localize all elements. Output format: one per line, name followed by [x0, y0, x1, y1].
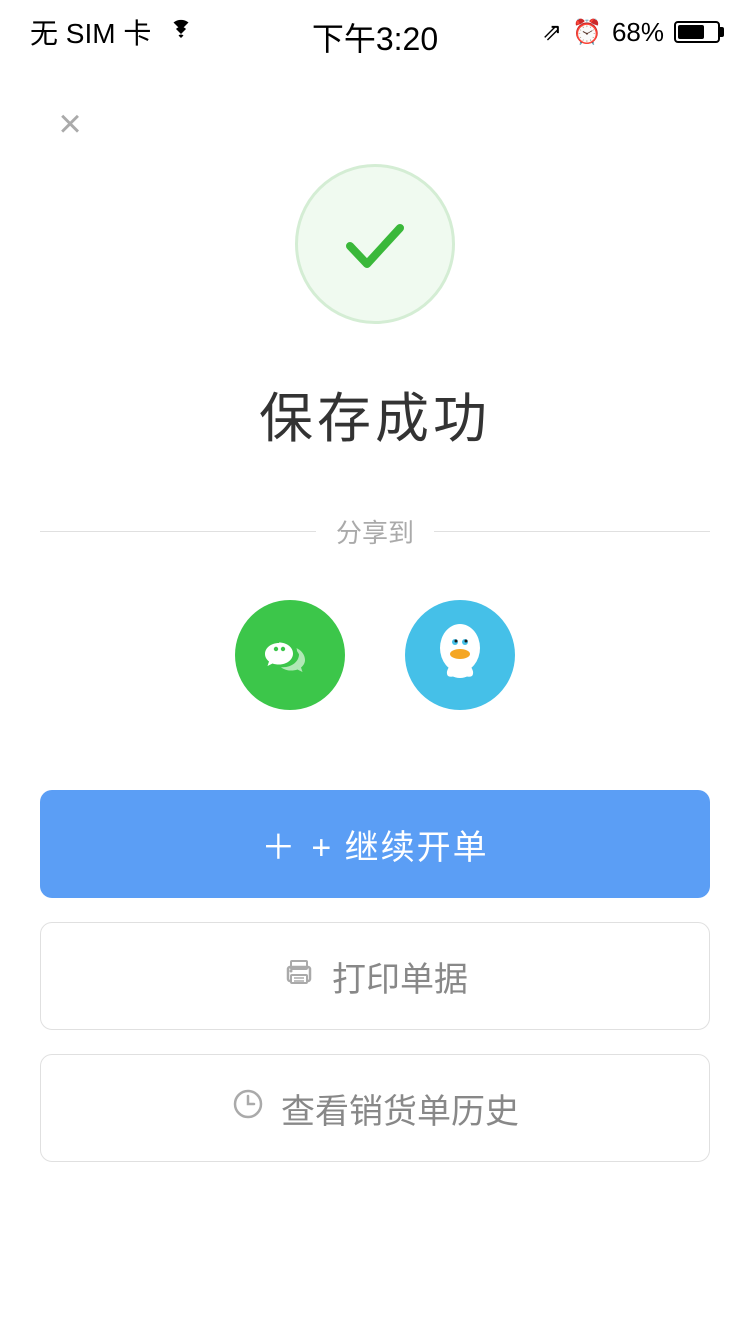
battery-percent: 68% [612, 17, 664, 48]
success-icon-circle [295, 164, 455, 324]
print-button[interactable]: 打印单据 [40, 922, 710, 1030]
wifi-icon [163, 16, 199, 49]
history-label: 查看销货单历史 [281, 1084, 519, 1133]
location-icon: ⇗ [542, 18, 562, 47]
continue-button[interactable]: ＋ + 继续开单 [40, 790, 710, 898]
continue-label: + 继续开单 [311, 820, 488, 869]
qq-icon [430, 620, 490, 690]
alarm-icon: ⏰ [572, 18, 602, 47]
success-title: 保存成功 [259, 374, 491, 453]
battery-icon [674, 21, 720, 43]
status-left: 无 SIM 卡 [30, 12, 199, 52]
action-buttons: ＋ + 继续开单 打印单据 [40, 790, 710, 1162]
status-bar: 无 SIM 卡 下午3:20 ⇗ ⏰ 68% [0, 0, 750, 64]
divider-line-left [40, 531, 316, 532]
checkmark-icon [335, 204, 415, 284]
divider-line-right [434, 531, 710, 532]
share-icons-row [235, 600, 515, 710]
wechat-share-button[interactable] [235, 600, 345, 710]
plus-icon: ＋ [261, 820, 295, 869]
status-right: ⇗ ⏰ 68% [542, 17, 720, 48]
carrier-label: 无 SIM 卡 [30, 12, 151, 52]
status-time: 下午3:20 [312, 14, 438, 60]
main-content: × 保存成功 分享到 [0, 64, 750, 1334]
history-button[interactable]: 查看销货单历史 [40, 1054, 710, 1162]
close-icon: × [58, 104, 81, 144]
share-label: 分享到 [336, 513, 414, 550]
share-section: 分享到 [40, 513, 710, 710]
history-icon [231, 1087, 265, 1130]
close-button[interactable]: × [40, 94, 100, 154]
share-divider: 分享到 [40, 513, 710, 550]
print-label: 打印单据 [332, 952, 468, 1001]
wechat-icon [259, 629, 321, 681]
print-icon [282, 955, 316, 998]
qq-share-button[interactable] [405, 600, 515, 710]
